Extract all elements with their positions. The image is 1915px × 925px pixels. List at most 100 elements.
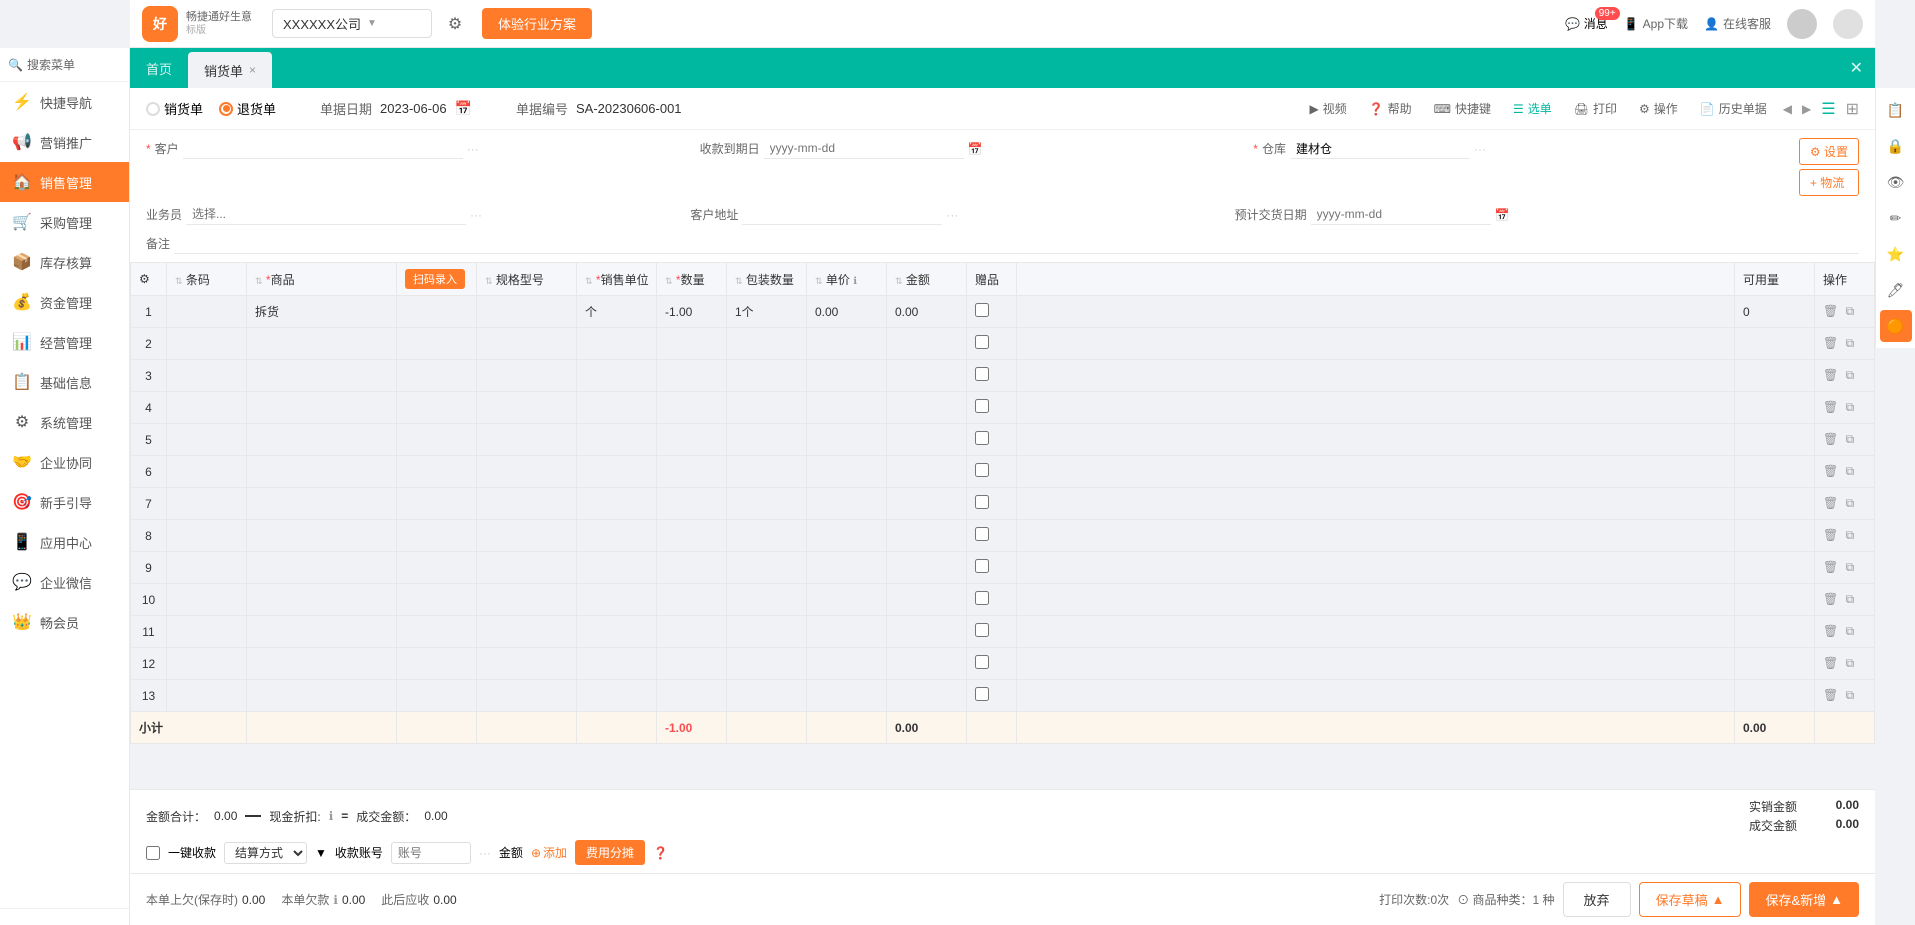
customer-more-btn[interactable]: ··· — [467, 142, 479, 156]
row-qty[interactable] — [657, 424, 727, 456]
sidebar-search[interactable]: 🔍 搜索菜单 — [0, 48, 129, 82]
right-panel-pen[interactable]: 🖊 — [1880, 274, 1912, 306]
sidebar-item-purchase[interactable]: 🛒采购管理 — [0, 202, 129, 242]
row-gift[interactable] — [967, 680, 1017, 712]
th-setting[interactable]: ⚙ — [131, 263, 167, 296]
row-barcode[interactable] — [167, 680, 247, 712]
delete-icon[interactable]: 🗑 — [1823, 464, 1838, 478]
right-panel-eye[interactable]: 👁 — [1880, 166, 1912, 198]
row-spec[interactable] — [477, 296, 577, 328]
row-pkgqty[interactable] — [727, 584, 807, 616]
add-payment-btn[interactable]: ⊕ 添加 — [531, 844, 567, 861]
row-barcode[interactable] — [167, 584, 247, 616]
row-unit[interactable] — [577, 360, 657, 392]
row-unit[interactable] — [577, 648, 657, 680]
delete-icon[interactable]: 🗑 — [1823, 368, 1838, 382]
save-new-button[interactable]: 保存&新增 ▲ — [1749, 882, 1859, 917]
radio-return-order[interactable]: 退货单 — [219, 99, 276, 118]
sidebar-item-guide[interactable]: 🎯新手引导 — [0, 482, 129, 522]
row-goods[interactable]: 拆货 — [247, 296, 397, 328]
row-spec[interactable] — [477, 328, 577, 360]
sidebar-item-quick-nav[interactable]: ⚡快捷导航 — [0, 82, 129, 122]
copy-icon[interactable]: ⧉ — [1846, 496, 1855, 510]
row-amount[interactable] — [887, 392, 967, 424]
row-amount[interactable] — [887, 648, 967, 680]
user-avatar[interactable] — [1787, 9, 1817, 39]
copy-icon[interactable]: ⧉ — [1846, 560, 1855, 574]
sidebar-item-wechat[interactable]: 💬企业微信 — [0, 562, 129, 602]
row-gift[interactable] — [967, 456, 1017, 488]
row-barcode[interactable] — [167, 424, 247, 456]
delete-icon[interactable]: 🗑 — [1823, 656, 1838, 670]
row-spec[interactable] — [477, 456, 577, 488]
row-qty[interactable] — [657, 552, 727, 584]
row-spec[interactable] — [477, 648, 577, 680]
row-price[interactable]: 0.00 — [807, 296, 887, 328]
row-pkgqty[interactable] — [727, 520, 807, 552]
row-unit[interactable] — [577, 616, 657, 648]
sidebar-item-inventory[interactable]: 📦库存核算 — [0, 242, 129, 282]
delete-icon[interactable]: 🗑 — [1823, 528, 1838, 542]
row-amount[interactable] — [887, 328, 967, 360]
sidebar-item-system[interactable]: ⚙系统管理 — [0, 402, 129, 442]
fee-split-button[interactable]: 费用分摊 — [575, 840, 645, 865]
calendar-icon[interactable]: 📅 — [455, 100, 472, 117]
row-price[interactable] — [807, 616, 887, 648]
row-barcode[interactable] — [167, 328, 247, 360]
tab-home[interactable]: 首页 — [130, 48, 188, 88]
row-unit[interactable] — [577, 520, 657, 552]
row-spec[interactable] — [477, 680, 577, 712]
tab-sales-order[interactable]: 销货单 × — [188, 52, 272, 88]
row-gift[interactable] — [967, 296, 1017, 328]
row-pkgqty[interactable] — [727, 680, 807, 712]
row-unit[interactable]: 个 — [577, 296, 657, 328]
row-spec[interactable] — [477, 488, 577, 520]
row-gift[interactable] — [967, 520, 1017, 552]
delivery-date-calendar[interactable]: 📅 — [1495, 208, 1510, 222]
row-goods[interactable] — [247, 392, 397, 424]
row-price[interactable] — [807, 392, 887, 424]
notification-area[interactable]: 💬 消息 99+ — [1565, 15, 1607, 32]
sidebar-item-sales[interactable]: 🏠销售管理 — [0, 162, 129, 202]
nav-next-btn[interactable]: ▶ — [1802, 102, 1811, 116]
logistics-button[interactable]: + 物流 — [1799, 169, 1859, 196]
settings-button[interactable]: ⚙ 设置 — [1799, 138, 1859, 165]
row-qty[interactable] — [657, 456, 727, 488]
delivery-date-input[interactable] — [1311, 204, 1491, 225]
row-goods[interactable] — [247, 648, 397, 680]
row-amount[interactable] — [887, 616, 967, 648]
row-unit[interactable] — [577, 680, 657, 712]
salesperson-more-btn[interactable]: ··· — [470, 208, 482, 222]
video-btn[interactable]: ▶ 视频 — [1303, 98, 1352, 119]
help-btn[interactable]: ❓ 帮助 — [1363, 98, 1418, 119]
row-goods[interactable] — [247, 552, 397, 584]
sidebar-item-member[interactable]: 👑畅会员 — [0, 602, 129, 642]
row-price[interactable] — [807, 456, 887, 488]
row-pkgqty[interactable] — [727, 360, 807, 392]
operate-btn[interactable]: ⚙ 操作 — [1633, 98, 1684, 119]
delete-icon[interactable]: 🗑 — [1823, 304, 1838, 318]
row-gift[interactable] — [967, 392, 1017, 424]
delete-icon[interactable]: 🗑 — [1823, 688, 1838, 702]
copy-icon[interactable]: ⧉ — [1846, 592, 1855, 606]
nav-prev-btn[interactable]: ◀ — [1783, 102, 1792, 116]
company-selector[interactable]: XXXXXX公司 ▼ — [272, 9, 432, 38]
payment-date-input[interactable] — [764, 138, 964, 159]
experience-button[interactable]: 体验行业方案 — [482, 8, 592, 39]
sidebar-item-finance[interactable]: 💰资金管理 — [0, 282, 129, 322]
row-price[interactable] — [807, 520, 887, 552]
view-grid-btn[interactable]: ⊞ — [1846, 99, 1859, 119]
row-spec[interactable] — [477, 360, 577, 392]
row-qty[interactable] — [657, 360, 727, 392]
row-spec[interactable] — [477, 520, 577, 552]
select-order-btn[interactable]: ☰ 选单 — [1507, 98, 1558, 119]
warehouse-input[interactable] — [1290, 138, 1470, 159]
row-unit[interactable] — [577, 456, 657, 488]
address-more-btn[interactable]: ··· — [946, 208, 958, 222]
copy-icon[interactable]: ⧉ — [1846, 432, 1855, 446]
row-barcode[interactable] — [167, 296, 247, 328]
number-value[interactable]: SA-20230606-001 — [576, 101, 682, 116]
row-amount[interactable] — [887, 424, 967, 456]
row-goods[interactable] — [247, 360, 397, 392]
row-qty[interactable] — [657, 616, 727, 648]
